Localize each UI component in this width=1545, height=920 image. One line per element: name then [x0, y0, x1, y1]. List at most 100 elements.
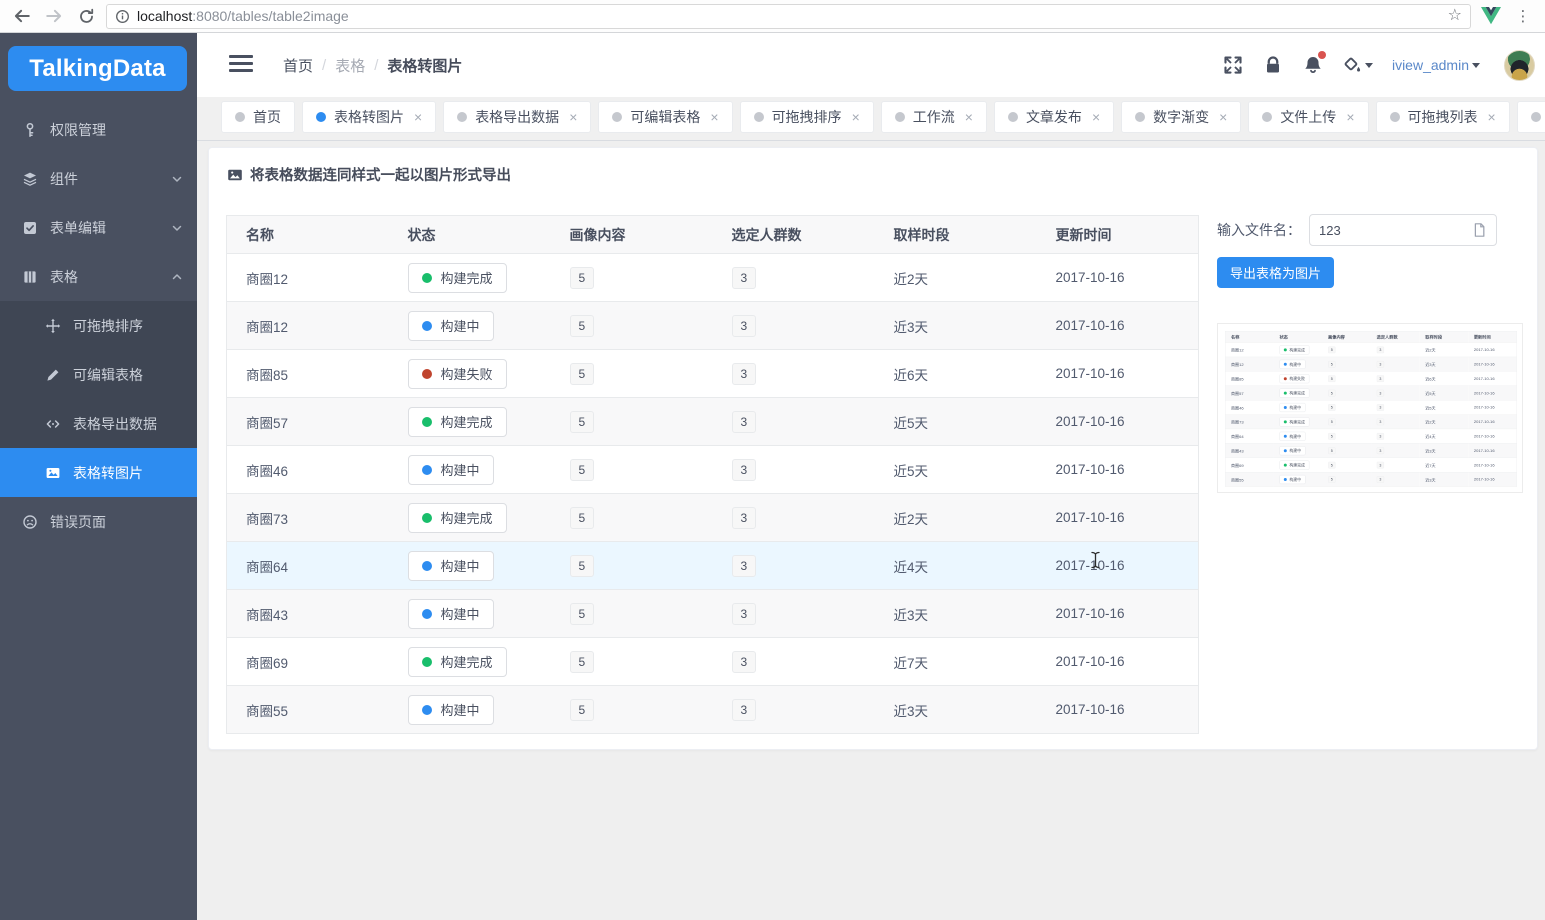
tab-home[interactable]: 首页	[221, 101, 295, 133]
sidebar-item-error-page[interactable]: 错误页面	[0, 497, 197, 546]
hamburger-menu-icon[interactable]	[229, 55, 253, 76]
lock-screen-icon[interactable]	[1262, 54, 1284, 76]
portrait-count-tag: 5	[569, 650, 595, 673]
cell-status: 构建完成	[1273, 385, 1323, 401]
cell-period: 近3天	[874, 589, 1037, 638]
column-header: 更新时间	[1468, 330, 1517, 343]
sidebar-item-permissions[interactable]: 权限管理	[0, 105, 197, 154]
close-icon[interactable]: ×	[569, 110, 577, 124]
close-icon[interactable]: ×	[710, 110, 718, 124]
table-row[interactable]: 商圈55 构建中 5 3 近3天 2017-10-16	[226, 685, 1199, 734]
crowd-count-tag: 3	[731, 362, 757, 385]
cell-status: 构建中	[388, 541, 551, 590]
breadcrumb-home[interactable]: 首页	[283, 55, 313, 76]
tab-file-upload[interactable]: 文件上传 ×	[1248, 101, 1369, 133]
cell-crowd-count: 3	[712, 445, 875, 494]
chevron-down-icon	[171, 222, 183, 234]
table-row[interactable]: 商圈46 构建中 5 3 近5天 2017-10-16	[226, 445, 1199, 494]
crowd-count-tag: 3	[1376, 418, 1385, 426]
cell-period: 近4天	[874, 541, 1037, 590]
close-icon[interactable]: ×	[414, 110, 422, 124]
portrait-count-tag: 5	[1328, 346, 1336, 354]
sidebar-item-table-to-image[interactable]: 表格转图片	[0, 448, 197, 497]
image-icon	[227, 167, 243, 183]
sidebar-item-table-export[interactable]: 表格导出数据	[0, 399, 197, 448]
cell-period: 近3天	[1419, 356, 1469, 372]
tab-table-to-image[interactable]: 表格转图片 ×	[302, 101, 437, 133]
browser-back-button[interactable]	[10, 4, 34, 28]
tab-number-gradient[interactable]: 数字渐变 ×	[1121, 101, 1242, 133]
crowd-count-tag: 3	[731, 266, 757, 289]
cell-updated: 2017-10-16	[1036, 685, 1199, 734]
theme-switcher-icon[interactable]	[1342, 54, 1374, 76]
export-table-button[interactable]: 导出表格为图片	[1217, 257, 1334, 288]
cell-crowd-count: 3	[712, 685, 875, 734]
address-bar[interactable]: localhost:8080/tables/table2image ☆	[106, 3, 1471, 29]
breadcrumb-tables[interactable]: 表格	[335, 55, 365, 76]
table-row[interactable]: 商圈64 构建中 5 3 近4天 2017-10-16	[226, 541, 1199, 590]
cell-period: 近2天	[874, 253, 1037, 302]
notifications-bell-icon[interactable]	[1302, 51, 1326, 76]
sidebar-item-form-edit[interactable]: 表单编辑	[0, 203, 197, 252]
close-icon[interactable]: ×	[1346, 110, 1354, 124]
sidebar-item-editable-table[interactable]: 可编辑表格	[0, 350, 197, 399]
close-icon[interactable]: ×	[1092, 110, 1100, 124]
status-dot-icon	[421, 656, 432, 667]
tab-editable-table[interactable]: 可编辑表格 ×	[598, 101, 733, 133]
cell-portrait-count: 5	[550, 445, 713, 494]
sidebar-item-tables[interactable]: 表格	[0, 252, 197, 301]
browser-refresh-button[interactable]	[74, 4, 98, 28]
browser-forward-button[interactable]	[42, 4, 66, 28]
cell-updated: 2017-10-16	[1036, 301, 1199, 350]
tab-table-export[interactable]: 表格导出数据 ×	[443, 101, 592, 133]
close-icon[interactable]: ×	[852, 110, 860, 124]
table-row[interactable]: 商圈12 构建完成 5 3 近2天 2017-10-16	[226, 253, 1199, 302]
cell-crowd-count: 3	[1370, 371, 1420, 386]
app-logo[interactable]: TalkingData	[8, 46, 187, 91]
page-info-icon[interactable]	[115, 9, 130, 24]
preview-table-row: 商圈85 构建失败 5 3 近6天 2017-10-16	[1225, 371, 1517, 386]
tab-dot-icon	[1530, 112, 1541, 122]
avatar[interactable]	[1504, 49, 1535, 81]
close-icon[interactable]: ×	[1219, 110, 1227, 124]
portrait-count-tag: 5	[569, 506, 595, 529]
status-badge: 构建中	[1279, 446, 1306, 456]
close-icon[interactable]: ×	[1488, 110, 1496, 124]
browser-menu-icon[interactable]: ⋮	[1511, 4, 1535, 28]
sidebar-submenu-tables: 可拖拽排序 可编辑表格 表格导出数据 表格转图片	[0, 301, 197, 497]
sidebar-item-drag-sort[interactable]: 可拖拽排序	[0, 301, 197, 350]
tab-dot-icon	[753, 112, 764, 122]
tab-article-publish[interactable]: 文章发布 ×	[993, 101, 1115, 133]
filename-input[interactable]	[1319, 222, 1472, 238]
tab-markdown-editor[interactable]: Markdown编辑器×	[1516, 101, 1545, 133]
cell-status: 构建完成	[388, 493, 551, 542]
sidebar-item-components[interactable]: 组件	[0, 154, 197, 203]
fullscreen-icon[interactable]	[1222, 54, 1244, 76]
sidebar: TalkingData 权限管理 组件 表单编辑 表格 可拖拽排序 可编辑表格 …	[0, 33, 197, 920]
status-dot-icon	[421, 272, 432, 283]
tab-dot-icon	[1007, 112, 1018, 122]
cell-status: 构建失败	[1273, 371, 1323, 386]
bookmark-star-icon[interactable]: ☆	[1448, 8, 1462, 24]
table-row[interactable]: 商圈73 构建完成 5 3 近2天 2017-10-16	[226, 493, 1199, 542]
chevron-up-icon	[171, 271, 183, 283]
status-badge: 构建中	[1279, 402, 1306, 412]
tab-workflow[interactable]: 工作流 ×	[880, 101, 987, 133]
table-row[interactable]: 商圈85 构建失败 5 3 近6天 2017-10-16	[226, 349, 1199, 398]
close-icon[interactable]: ×	[965, 110, 973, 124]
tab-drag-sort[interactable]: 可拖拽排序 ×	[739, 101, 874, 133]
table-row[interactable]: 商圈43 构建中 5 3 近3天 2017-10-16	[226, 589, 1199, 638]
table-row[interactable]: 商圈69 构建完成 5 3 近7天 2017-10-16	[226, 637, 1199, 686]
cell-portrait-count: 5	[550, 637, 713, 686]
cell-name: 商圈55	[226, 685, 389, 734]
vue-devtools-extension-icon[interactable]	[1479, 4, 1503, 28]
cell-crowd-count: 3	[712, 589, 875, 638]
cell-crowd-count: 3	[1370, 428, 1420, 444]
tab-drag-list[interactable]: 可拖拽列表 ×	[1375, 101, 1510, 133]
tab-dot-icon	[235, 112, 245, 122]
status-dot-icon	[421, 512, 432, 523]
table-row[interactable]: 商圈57 构建完成 5 3 近5天 2017-10-16	[226, 397, 1199, 446]
table-row[interactable]: 商圈12 构建中 5 3 近3天 2017-10-16	[226, 301, 1199, 350]
user-menu[interactable]: iview_admin	[1392, 57, 1480, 73]
cell-crowd-count: 3	[1370, 356, 1420, 372]
